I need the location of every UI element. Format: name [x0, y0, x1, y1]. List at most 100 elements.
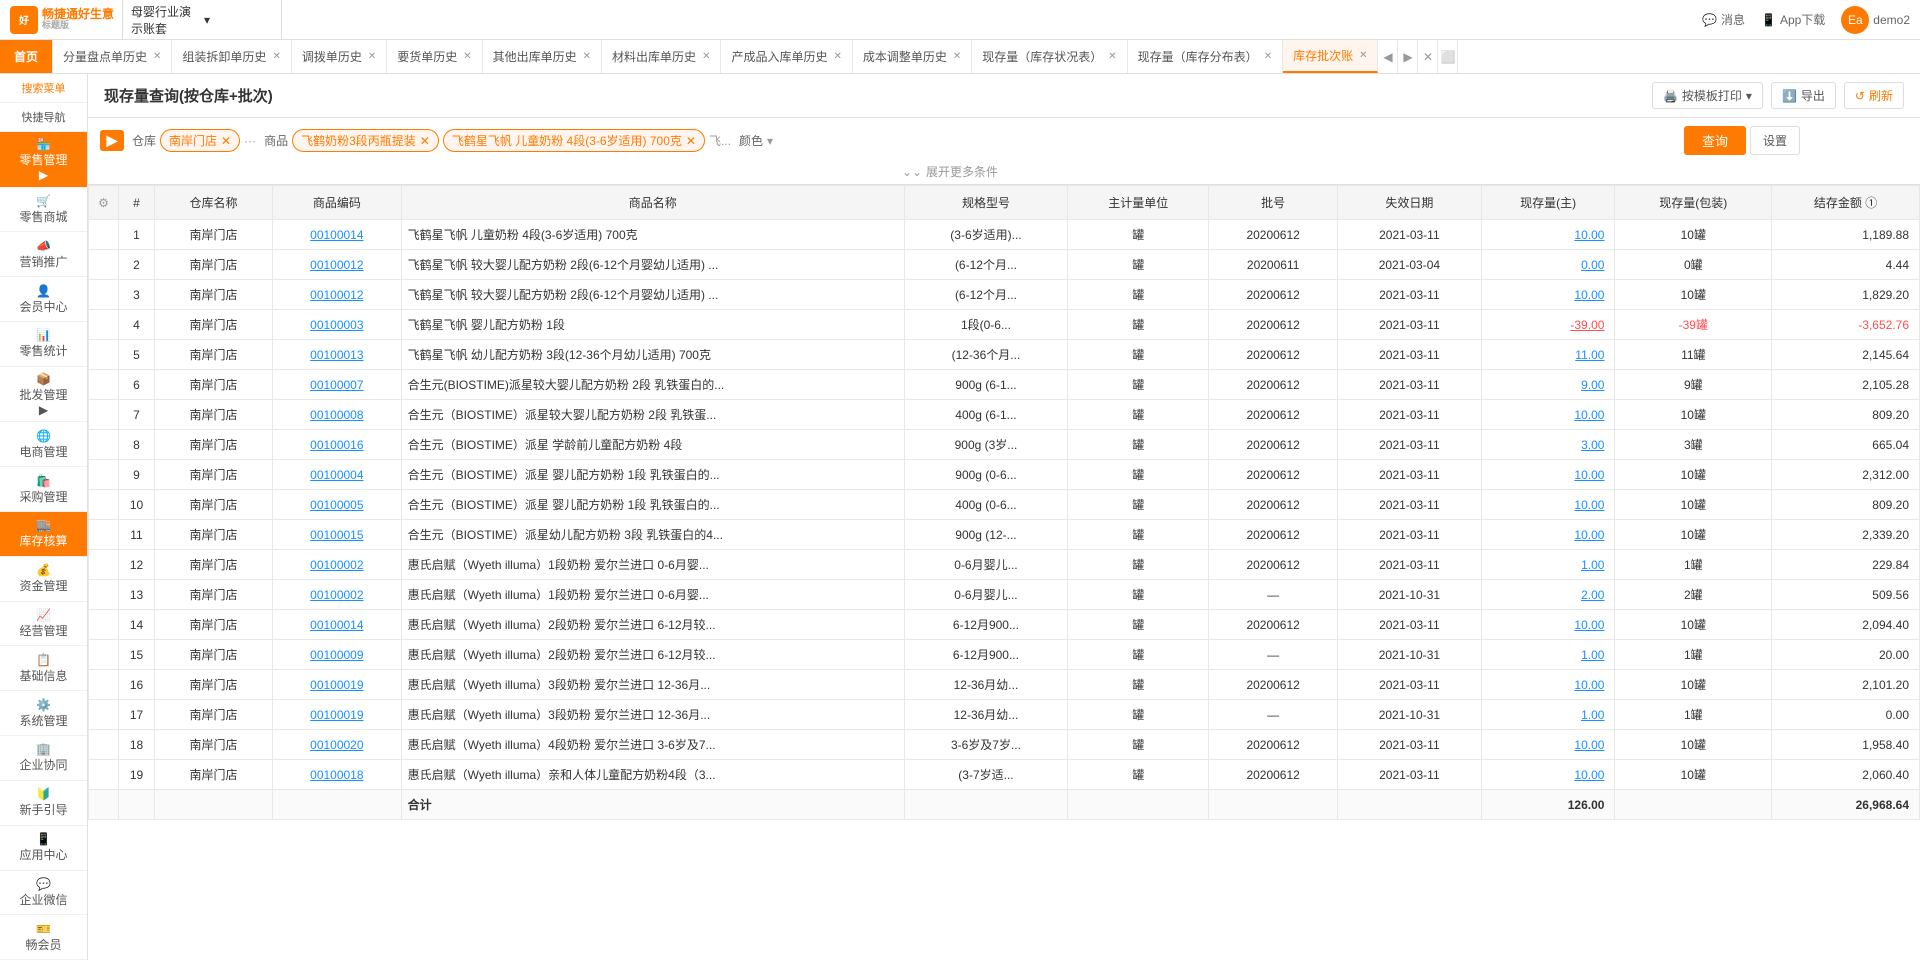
- close-tab-costAdj[interactable]: ✕: [953, 51, 961, 62]
- setting-button[interactable]: 设置: [1750, 126, 1800, 155]
- product-more[interactable]: 飞...: [709, 132, 731, 149]
- sidebar-item-finance[interactable]: 💰 资金管理: [0, 557, 87, 602]
- cell-code[interactable]: 00100013: [273, 340, 402, 370]
- cell-code[interactable]: 00100007: [273, 370, 402, 400]
- sidebar-item-retail-stats[interactable]: 📊 零售统计: [0, 322, 87, 367]
- nav-maximize[interactable]: ⬜: [1438, 40, 1458, 74]
- tab-materialOut[interactable]: 材料出库单历史 ✕: [602, 40, 721, 73]
- cell-code[interactable]: 00100002: [273, 550, 402, 580]
- tab-splitStock[interactable]: 分量盘点单历史 ✕: [53, 40, 172, 73]
- cell-stockMain[interactable]: 10.00: [1481, 280, 1615, 310]
- sidebar-item-retail-mgmt[interactable]: 🏪 零售管理 ▶: [0, 132, 87, 188]
- sidebar-item-enterprise-wechat[interactable]: 💬 企业微信: [0, 871, 87, 916]
- nav-close-all[interactable]: ✕: [1418, 40, 1438, 74]
- cell-stockMain[interactable]: 11.00: [1481, 340, 1615, 370]
- app-download-button[interactable]: 📱 App下载: [1761, 11, 1825, 28]
- cell-stockMain[interactable]: 1.00: [1481, 700, 1615, 730]
- tab-disassemble[interactable]: 组装拆卸单历史 ✕: [172, 40, 291, 73]
- expand-more-button[interactable]: ⌄⌄ 展开更多条件: [100, 159, 1800, 184]
- close-tab-disassemble[interactable]: ✕: [272, 51, 280, 62]
- filter-expand-button[interactable]: ▶: [100, 130, 124, 151]
- tab-costAdj[interactable]: 成本调整单历史 ✕: [853, 40, 972, 73]
- cell-stockMain[interactable]: 10.00: [1481, 760, 1615, 790]
- sidebar-item-operation[interactable]: 📈 经营管理: [0, 602, 87, 647]
- sidebar-item-app-center[interactable]: 📱 应用中心: [0, 826, 87, 871]
- tab-requireOrder[interactable]: 要货单历史 ✕: [387, 40, 482, 73]
- cell-code[interactable]: 00100002: [273, 580, 402, 610]
- warehouse-more[interactable]: ···: [244, 134, 256, 148]
- remove-product-tag-1[interactable]: ✕: [420, 134, 430, 148]
- sidebar-search-label[interactable]: 搜索菜单: [0, 74, 87, 103]
- tab-home[interactable]: 首页: [0, 40, 53, 73]
- nav-next-arrow[interactable]: ▶: [1398, 40, 1418, 74]
- cell-code[interactable]: 00100015: [273, 520, 402, 550]
- cell-code[interactable]: 00100005: [273, 490, 402, 520]
- message-button[interactable]: 💬 消息: [1702, 11, 1745, 28]
- cell-code[interactable]: 00100014: [273, 610, 402, 640]
- cell-stockMain[interactable]: 10.00: [1481, 220, 1615, 250]
- cell-code[interactable]: 00100014: [273, 220, 402, 250]
- warehouse-filter-tag[interactable]: 南岸门店 ✕: [160, 129, 240, 152]
- col-settings[interactable]: ⚙: [89, 186, 119, 220]
- cell-stockMain[interactable]: 10.00: [1481, 610, 1615, 640]
- tab-batchLedger[interactable]: 库存批次账 ✕: [1283, 40, 1378, 73]
- sidebar-quick-nav[interactable]: 快捷导航: [0, 103, 87, 132]
- nav-prev-arrow[interactable]: ◀: [1378, 40, 1398, 74]
- cell-stockMain[interactable]: 10.00: [1481, 460, 1615, 490]
- remove-product-tag-2[interactable]: ✕: [686, 134, 696, 148]
- sidebar-item-member[interactable]: 👤 会员中心: [0, 277, 87, 322]
- cell-code[interactable]: 00100008: [273, 400, 402, 430]
- close-tab-productIn[interactable]: ✕: [833, 51, 841, 62]
- cell-code[interactable]: 00100016: [273, 430, 402, 460]
- cell-stockMain[interactable]: 9.00: [1481, 370, 1615, 400]
- sidebar-item-retail-shop[interactable]: 🛒 零售商城: [0, 188, 87, 233]
- remove-warehouse-tag[interactable]: ✕: [221, 134, 231, 148]
- close-tab-materialOut[interactable]: ✕: [702, 51, 710, 62]
- tab-stockDist[interactable]: 现存量（库存分布表）✕: [1128, 40, 1283, 73]
- sidebar-item-ecommerce[interactable]: 🌐 电商管理: [0, 422, 87, 467]
- sidebar-item-system[interactable]: ⚙️ 系统管理: [0, 691, 87, 736]
- cell-stockMain[interactable]: 10.00: [1481, 520, 1615, 550]
- cell-stockMain[interactable]: 3.00: [1481, 430, 1615, 460]
- cell-stockMain[interactable]: 10.00: [1481, 670, 1615, 700]
- user-avatar[interactable]: Ea demo2: [1841, 6, 1910, 34]
- product-filter-tag-1[interactable]: 飞鹤奶粉3段丙瓶提装 ✕: [292, 129, 439, 152]
- cell-stockMain[interactable]: 2.00: [1481, 580, 1615, 610]
- close-tab-requireOrder[interactable]: ✕: [463, 51, 471, 62]
- sidebar-item-marketing[interactable]: 📣 营销推广: [0, 232, 87, 277]
- sidebar-item-member-card[interactable]: 🎫 畅会员: [0, 915, 87, 960]
- close-tab-otherOut[interactable]: ✕: [583, 51, 591, 62]
- sidebar-item-enterprise[interactable]: 🏢 企业协同: [0, 736, 87, 781]
- cell-stockMain[interactable]: 1.00: [1481, 640, 1615, 670]
- close-tab-batchLedger[interactable]: ✕: [1359, 50, 1367, 61]
- product-filter-tag-2[interactable]: 飞鹤星飞帆 儿童奶粉 4段(3-6岁适用) 700克 ✕: [443, 129, 705, 152]
- industry-selector[interactable]: 母婴行业演示账套 ▾: [122, 0, 282, 42]
- cell-code[interactable]: 00100003: [273, 310, 402, 340]
- close-tab-stockStatus[interactable]: ✕: [1108, 51, 1116, 62]
- sidebar-item-wholesale[interactable]: 📦 批发管理 ▶: [0, 367, 87, 423]
- cell-code[interactable]: 00100012: [273, 250, 402, 280]
- cell-code[interactable]: 00100004: [273, 460, 402, 490]
- tab-mixOrder[interactable]: 调拨单历史 ✕: [292, 40, 387, 73]
- cell-stockMain[interactable]: 1.00: [1481, 550, 1615, 580]
- cell-code[interactable]: 00100009: [273, 640, 402, 670]
- search-button[interactable]: 查询: [1684, 126, 1746, 155]
- export-button[interactable]: ⬇️ 导出: [1771, 82, 1836, 109]
- close-tab-splitStock[interactable]: ✕: [153, 51, 161, 62]
- settings-icon[interactable]: ⚙: [98, 196, 109, 210]
- tab-productIn[interactable]: 产成品入库单历史 ✕: [721, 40, 852, 73]
- sidebar-item-basic-info[interactable]: 📋 基础信息: [0, 646, 87, 691]
- cell-code[interactable]: 00100018: [273, 760, 402, 790]
- cell-code[interactable]: 00100019: [273, 670, 402, 700]
- sidebar-item-stock[interactable]: 🏬 库存核算: [0, 512, 87, 557]
- cell-code[interactable]: 00100012: [273, 280, 402, 310]
- template-print-button[interactable]: 🖨️ 按模板打印 ▾: [1652, 82, 1763, 109]
- cell-stockMain[interactable]: 0.00: [1481, 250, 1615, 280]
- cell-code[interactable]: 00100020: [273, 730, 402, 760]
- cell-code[interactable]: 00100019: [273, 700, 402, 730]
- cell-stockMain[interactable]: -39.00: [1481, 310, 1615, 340]
- color-filter-chevron[interactable]: ▾: [767, 134, 773, 148]
- refresh-button[interactable]: ↺ 刷新: [1844, 82, 1904, 109]
- tab-otherOut[interactable]: 其他出库单历史 ✕: [483, 40, 602, 73]
- close-tab-stockDist[interactable]: ✕: [1264, 51, 1272, 62]
